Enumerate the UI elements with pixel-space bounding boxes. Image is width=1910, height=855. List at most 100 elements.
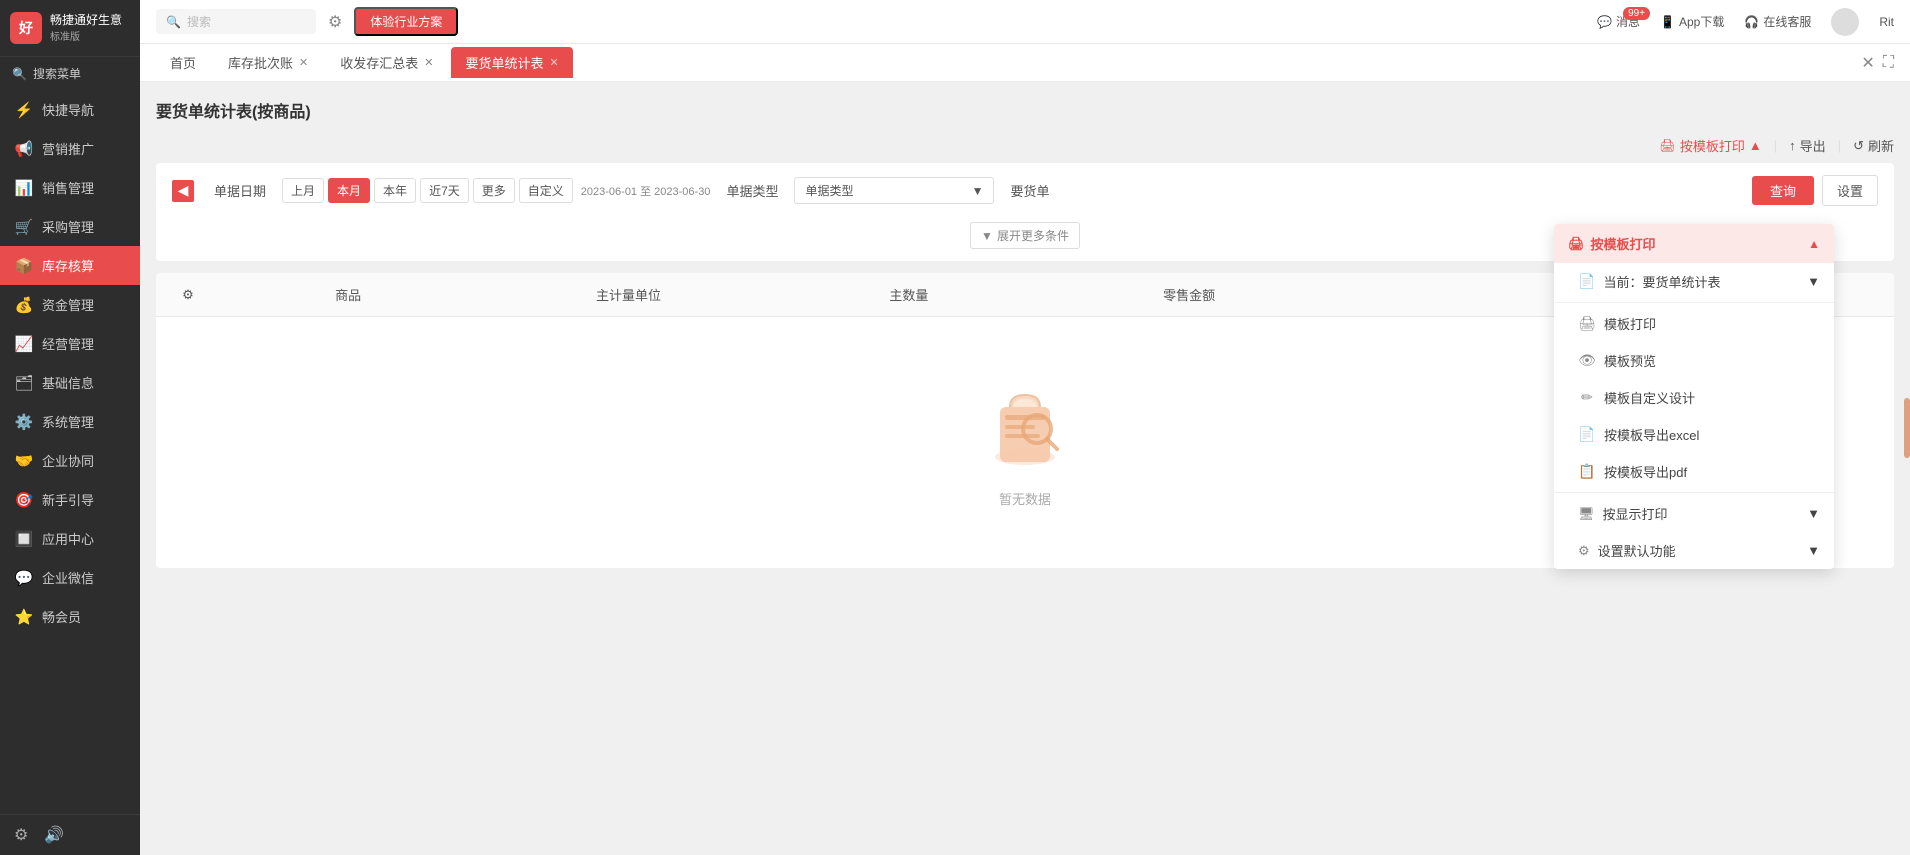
tabs-bar: 首页 库存批次账 ✕ 收发存汇总表 ✕ 要货单统计表 ✕ ✕ ⛶ [140,44,1910,82]
refresh-button[interactable]: ↺ 刷新 [1853,136,1894,155]
date-btn-custom[interactable]: 自定义 [519,178,573,203]
dropdown-item-template-preview[interactable]: 👁 模板预览 [1554,342,1834,379]
dropdown-divider-1 [1554,302,1834,303]
dropdown-current-template[interactable]: 📄 当前：要货单统计表 ▼ [1554,263,1834,300]
date-btn-7days[interactable]: 近7天 [420,178,469,203]
th-settings[interactable]: ⚙ [168,283,208,307]
collab-icon: 🤝 [14,452,34,470]
expand-icon: ▼ [981,229,993,243]
tab-receipt-summary[interactable]: 收发存汇总表 ✕ [326,47,447,78]
date-btn-this-year[interactable]: 本年 [374,178,416,203]
message-icon: 💬 [1597,15,1612,29]
date-buttons: 上月 本月 本年 近7天 更多 自定义 2023-06-01 至 2023-06… [282,178,710,203]
sidebar-item-purchase[interactable]: 🛒 采购管理 [0,207,140,246]
dropdown-collapse-icon[interactable]: ▲ [1808,237,1820,251]
message-button[interactable]: 💬 消息 99+ [1597,13,1640,30]
inventory-icon: 📦 [14,257,34,275]
select-chevron-icon: ▼ [972,184,984,198]
sidebar-item-system[interactable]: ⚙️ 系统管理 [0,402,140,441]
date-range-display: 2023-06-01 至 2023-06-30 [581,183,711,199]
tab-home[interactable]: 首页 [156,47,210,78]
sidebar-item-base[interactable]: 🗂 基础信息 [0,363,140,402]
export-excel-icon: 📄 [1578,426,1596,443]
topbar-search[interactable]: 🔍 搜索 [156,9,316,34]
app-download-icon: 📱 [1660,15,1675,29]
dropdown-header[interactable]: 🖨 按模板打印 ▲ [1554,224,1834,263]
tab-expand-button[interactable]: ⛶ [1883,54,1894,72]
dropdown-item-export-excel[interactable]: 📄 按模板导出excel [1554,416,1834,453]
filter-actions: 查询 设置 [1752,175,1878,206]
topbar-search-icon: 🔍 [166,15,181,29]
tab-close-receipt-summary[interactable]: ✕ [424,56,433,69]
purchase-icon: 🛒 [14,218,34,236]
print-chevron-icon: ▲ [1749,138,1762,153]
trial-button[interactable]: 体验行业方案 [354,7,458,36]
user-avatar[interactable] [1831,8,1859,36]
filter-row-main: ◀ 单据日期 上月 本月 本年 近7天 更多 自定义 2023-06-01 至 … [172,175,1878,206]
operation-icon: 📈 [14,335,34,353]
sidebar-item-collab[interactable]: 🤝 企业协同 [0,441,140,480]
sidebar-item-wechat[interactable]: 💬 企业微信 [0,558,140,597]
refresh-icon: ↺ [1853,138,1864,154]
dropdown-print-icon: 🖨 [1568,236,1585,252]
username-label: Rit [1879,15,1894,29]
topbar: 🔍 搜索 ⚙ 体验行业方案 💬 消息 99+ 📱 App下载 🎧 在线客服 Ri… [140,0,1910,44]
sidebar-nav: ⚡ 快捷导航 📢 营销推广 📊 销售管理 🛒 采购管理 📦 库存核算 💰 资金管… [0,90,140,814]
date-btn-more[interactable]: 更多 [473,178,515,203]
sidebar-item-finance[interactable]: 💰 资金管理 [0,285,140,324]
tab-order-summary[interactable]: 要货单统计表 ✕ [451,47,572,78]
date-btn-this-month[interactable]: 本月 [328,178,370,203]
settings-footer-icon[interactable]: ⚙ [14,825,28,845]
dropdown-item-template-print[interactable]: 🖨 模板打印 [1554,305,1834,342]
right-scrollbar[interactable] [1904,398,1910,458]
sidebar-item-operation[interactable]: 📈 经营管理 [0,324,140,363]
th-retail-amount: 零售金额 [1049,281,1329,308]
query-button[interactable]: 查询 [1752,176,1814,205]
search-icon: 🔍 [12,67,27,81]
base-icon: 🗂 [14,374,34,392]
sidebar-item-apps[interactable]: 🔲 应用中心 [0,519,140,558]
guide-icon: 🎯 [14,491,34,509]
empty-text: 暂无数据 [999,489,1051,508]
th-quantity: 主数量 [769,281,1049,308]
export-pdf-icon: 📋 [1578,463,1596,480]
quick-nav-icon: ⚡ [14,101,34,119]
main-area: 🔍 搜索 ⚙ 体验行业方案 💬 消息 99+ 📱 App下载 🎧 在线客服 Ri… [140,0,1910,855]
template-preview-icon: 👁 [1578,352,1596,369]
online-service-button[interactable]: 🎧 在线客服 [1744,13,1811,30]
sidebar-item-guide[interactable]: 🎯 新手引导 [0,480,140,519]
dropdown-display-print[interactable]: 🖥 按显示打印 ▼ [1554,495,1834,532]
settings-button[interactable]: 设置 [1822,175,1878,206]
topbar-gear-icon[interactable]: ⚙ [328,12,342,32]
dropdown-divider-2 [1554,492,1834,493]
template-custom-icon: ✏ [1578,389,1596,406]
dropdown-item-template-custom[interactable]: ✏ 模板自定义设计 [1554,379,1834,416]
tab-close-order-summary[interactable]: ✕ [550,56,559,69]
tab-close-all-button[interactable]: ✕ [1861,53,1874,73]
filter-toggle-btn[interactable]: ◀ [172,180,194,202]
sidebar-item-inventory[interactable]: 📦 库存核算 [0,246,140,285]
sidebar-search[interactable]: 🔍 搜索菜单 [0,57,140,90]
sidebar-item-quick-nav[interactable]: ⚡ 快捷导航 [0,90,140,129]
sidebar-item-marketing[interactable]: 📢 营销推广 [0,129,140,168]
sidebar-item-member[interactable]: ⭐ 畅会员 [0,597,140,636]
bill-type-select[interactable]: 单据类型 ▼ [794,177,994,204]
display-print-icon: 🖥 [1578,506,1595,522]
marketing-icon: 📢 [14,140,34,158]
sound-footer-icon[interactable]: 🔊 [44,825,64,845]
print-template-button[interactable]: 🖨 按模板打印 ▲ [1659,136,1761,155]
sidebar-item-sales[interactable]: 📊 销售管理 [0,168,140,207]
tab-close-batch-account[interactable]: ✕ [299,56,308,69]
app-logo-icon: 好 [10,12,42,44]
export-button[interactable]: ↑ 导出 [1789,136,1826,155]
content-area: 要货单统计表(按商品) 🖨 按模板打印 ▲ | ↑ 导出 | ↺ 刷新 ◀ [140,82,1910,855]
th-unit: 主计量单位 [488,281,768,308]
dropdown-set-default[interactable]: ⚙ 设置默认功能 ▼ [1554,532,1834,569]
expand-conditions-button[interactable]: ▼ 展开更多条件 [970,222,1080,249]
member-icon: ⭐ [14,608,34,626]
date-btn-last-month[interactable]: 上月 [282,178,324,203]
dropdown-item-export-pdf[interactable]: 📋 按模板导出pdf [1554,453,1834,490]
tab-batch-account[interactable]: 库存批次账 ✕ [214,47,322,78]
app-download-button[interactable]: 📱 App下载 [1660,13,1724,30]
current-chevron-icon: ▼ [1807,274,1820,289]
